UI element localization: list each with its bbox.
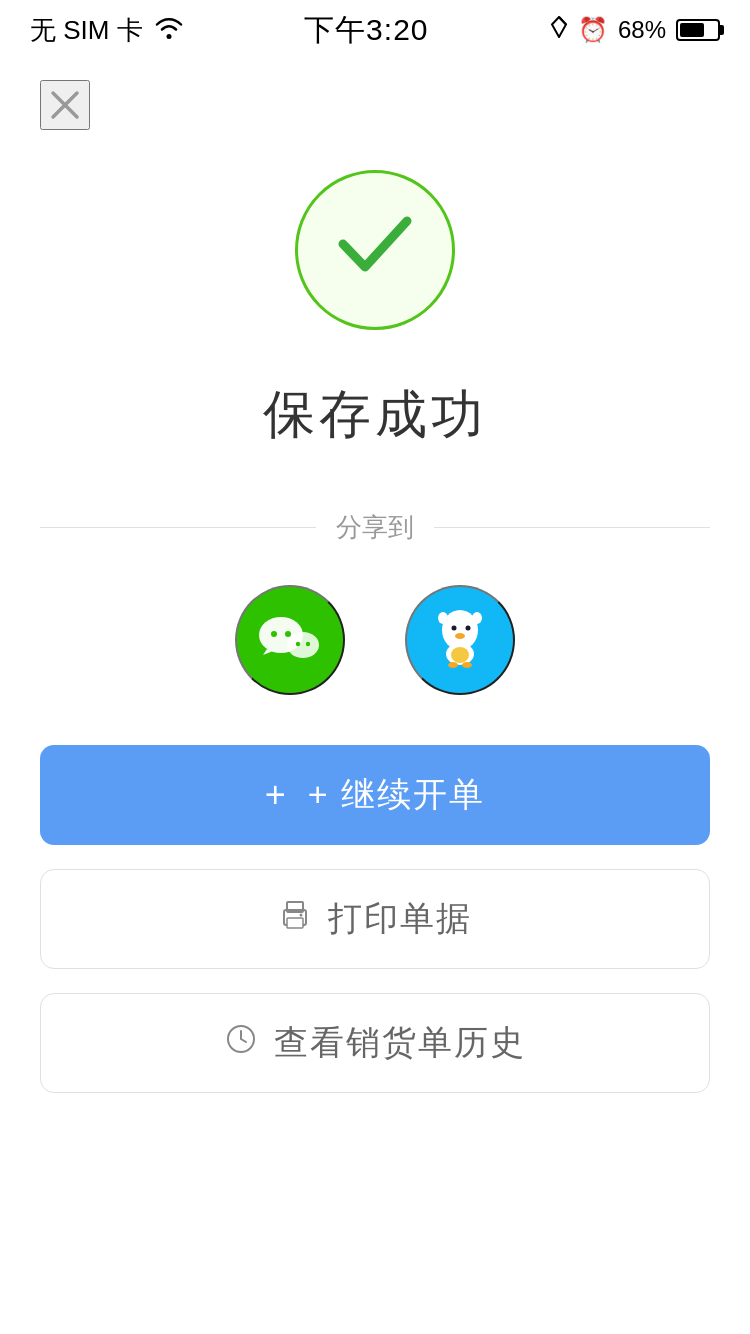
print-button[interactable]: 打印单据 [40,869,710,969]
svg-point-17 [462,662,472,668]
qq-icon [433,608,487,672]
divider-right [434,527,710,528]
status-bar: 无 SIM 卡 下午3:20 ⏰ 68% [0,0,750,60]
svg-point-12 [466,626,471,631]
share-section: 分享到 [40,510,710,695]
svg-point-15 [451,647,469,663]
status-left: 无 SIM 卡 [30,13,183,48]
continue-button[interactable]: + + 继续开单 [40,745,710,845]
wifi-icon [155,15,183,46]
plus-icon: + [265,774,288,816]
svg-point-3 [287,632,319,658]
print-label: 打印单据 [328,896,472,942]
location-icon [550,16,568,44]
close-button[interactable] [40,80,90,130]
share-wechat-button[interactable] [235,585,345,695]
continue-label: + 继续开单 [308,772,485,818]
svg-point-23 [300,914,303,917]
battery-indicator [676,19,720,41]
alarm-icon: ⏰ [578,16,608,44]
success-indicator [295,170,455,330]
svg-rect-21 [287,918,303,928]
svg-point-16 [448,662,458,668]
close-icon [47,87,83,123]
battery-percent: 68% [618,16,666,44]
svg-point-13 [455,633,465,639]
svg-point-4 [271,631,277,637]
status-time: 下午3:20 [304,10,428,51]
history-button[interactable]: 查看销货单历史 [40,993,710,1093]
checkmark-icon [335,209,415,292]
svg-point-6 [296,642,300,646]
svg-point-19 [472,612,482,624]
clock-icon [224,1022,258,1064]
sim-status: 无 SIM 卡 [30,13,143,48]
status-right: ⏰ 68% [550,16,720,44]
history-label: 查看销货单历史 [274,1020,526,1066]
share-qq-button[interactable] [405,585,515,695]
svg-point-7 [306,642,310,646]
printer-icon [278,898,312,940]
share-icons-row [40,585,710,695]
svg-point-5 [285,631,291,637]
share-label: 分享到 [336,510,414,545]
main-content: 保存成功 分享到 [0,60,750,1133]
action-buttons: + + 继续开单 打印单据 查看销货单历史 [40,745,710,1093]
wechat-icon [257,613,323,667]
svg-point-11 [452,626,457,631]
share-divider: 分享到 [40,510,710,545]
success-title: 保存成功 [263,380,487,450]
divider-left [40,527,316,528]
svg-point-18 [438,612,448,624]
